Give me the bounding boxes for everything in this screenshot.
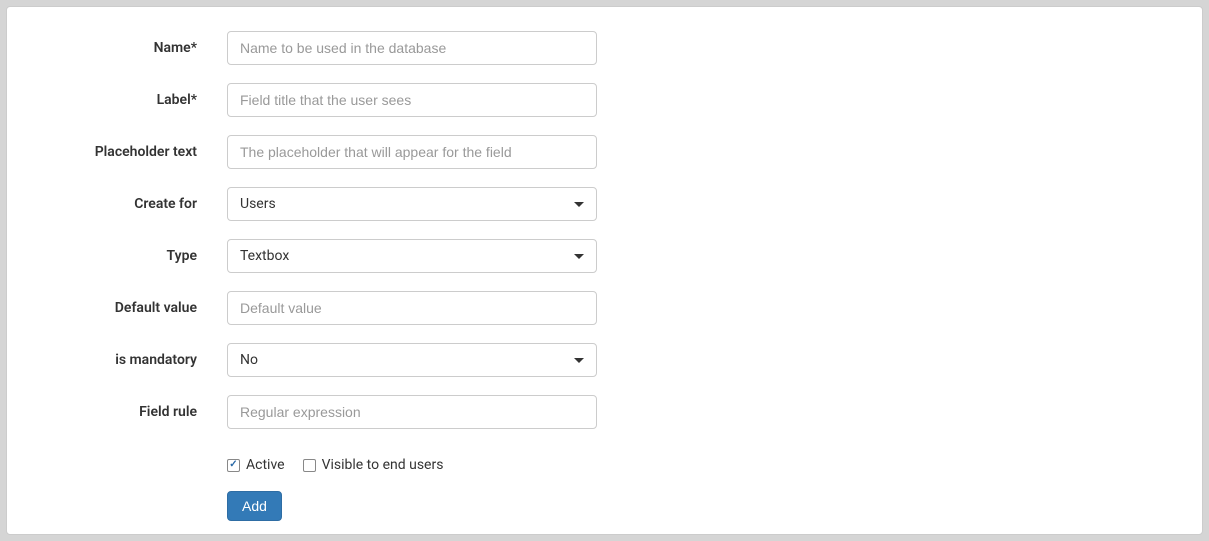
label-is-mandatory: is mandatory (27, 352, 227, 368)
row-label: Label* (27, 83, 1182, 117)
label-input[interactable] (227, 83, 597, 117)
label-create-for: Create for (27, 196, 227, 212)
row-placeholder-text: Placeholder text (27, 135, 1182, 169)
create-for-select[interactable]: Users (227, 187, 597, 221)
label-default-value: Default value (27, 300, 227, 316)
name-input[interactable] (227, 31, 597, 65)
visible-checkbox[interactable] (303, 459, 316, 472)
active-checkbox[interactable] (227, 459, 240, 472)
row-name: Name* (27, 31, 1182, 65)
add-button[interactable]: Add (227, 491, 282, 521)
type-select[interactable]: Textbox (227, 239, 597, 273)
caret-down-icon (574, 254, 584, 259)
label-label: Label* (27, 92, 227, 108)
label-name: Name* (27, 40, 227, 56)
type-value: Textbox (240, 248, 289, 264)
checkbox-row: Active Visible to end users (227, 457, 1182, 473)
placeholder-text-input[interactable] (227, 135, 597, 169)
label-placeholder-text: Placeholder text (27, 144, 227, 160)
label-type: Type (27, 248, 227, 264)
is-mandatory-value: No (240, 352, 258, 368)
visible-label: Visible to end users (322, 457, 444, 473)
default-value-input[interactable] (227, 291, 597, 325)
button-row: Add (227, 491, 1182, 521)
caret-down-icon (574, 358, 584, 363)
row-default-value: Default value (27, 291, 1182, 325)
row-type: Type Textbox (27, 239, 1182, 273)
row-is-mandatory: is mandatory No (27, 343, 1182, 377)
active-label: Active (246, 457, 285, 473)
visible-checkbox-item[interactable]: Visible to end users (303, 457, 444, 473)
form-panel: Name* Label* Placeholder text Create for… (6, 6, 1203, 535)
field-rule-input[interactable] (227, 395, 597, 429)
create-for-value: Users (240, 196, 276, 212)
caret-down-icon (574, 202, 584, 207)
active-checkbox-item[interactable]: Active (227, 457, 285, 473)
row-create-for: Create for Users (27, 187, 1182, 221)
label-field-rule: Field rule (27, 404, 227, 420)
is-mandatory-select[interactable]: No (227, 343, 597, 377)
row-field-rule: Field rule (27, 395, 1182, 429)
